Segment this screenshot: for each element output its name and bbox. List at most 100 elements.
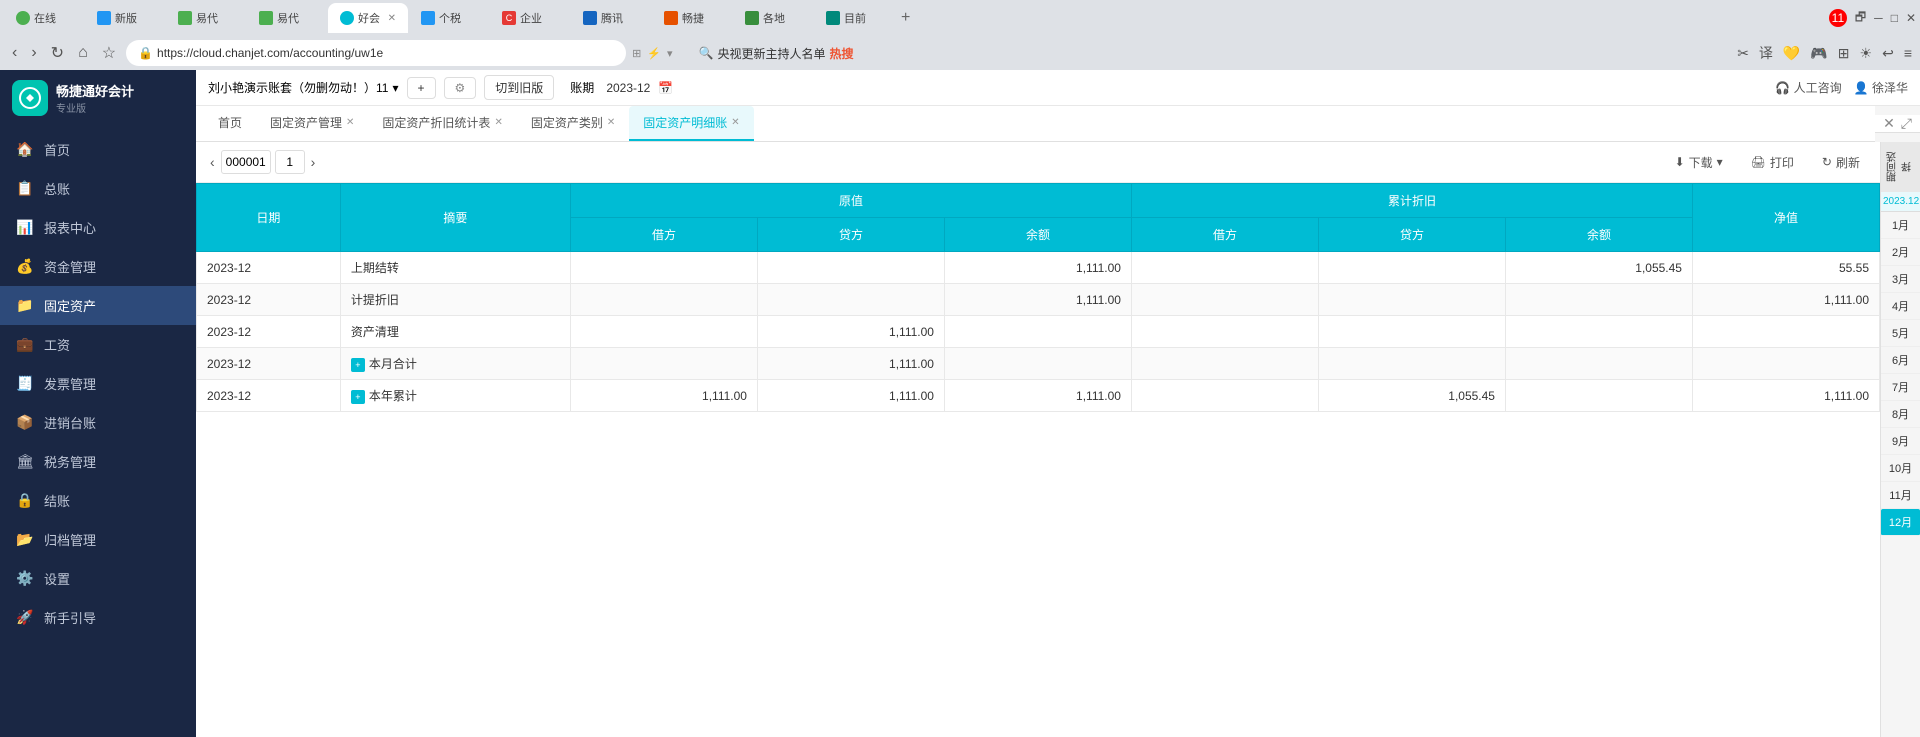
tab-fixed-detail-close[interactable]: ✕ xyxy=(731,117,739,128)
next-page-button[interactable]: › xyxy=(309,152,318,172)
hot-tag: 热搜 xyxy=(830,45,854,62)
sidebar-item-salary[interactable]: 💼 工资 xyxy=(0,325,196,364)
minimize-icon[interactable]: ─ xyxy=(1874,11,1883,25)
period-selected-year[interactable]: 2023.12 xyxy=(1881,192,1920,212)
tab-fixed-mgmt[interactable]: 固定资产管理 ✕ xyxy=(256,106,368,141)
refresh-label: 刷新 xyxy=(1836,154,1860,171)
chevron-down-icon[interactable]: ▾ xyxy=(667,47,673,60)
td-orig-debit-3 xyxy=(570,348,757,380)
browser-tab-enterprise[interactable]: C 企业 xyxy=(490,3,570,33)
page-code-input[interactable] xyxy=(221,150,271,174)
td-acc-balance-1 xyxy=(1505,284,1692,316)
tab-fixed-depreciation-close[interactable]: ✕ xyxy=(494,117,502,128)
browser-tab-tencent[interactable]: 腾讯 xyxy=(571,3,651,33)
calendar-icon[interactable]: 📅 xyxy=(658,81,673,95)
tab-fixed-detail[interactable]: 固定资产明细账 ✕ xyxy=(629,106,753,141)
browser-tab-yidai1[interactable]: 易代 xyxy=(166,3,246,33)
period-month-4[interactable]: 4月 xyxy=(1881,293,1920,320)
address-input[interactable]: 🔒 https://cloud.chanjet.com/accounting/u… xyxy=(126,40,626,66)
period-month-9[interactable]: 9月 xyxy=(1881,428,1920,455)
sidebar-item-fixed[interactable]: 📁 固定资产 xyxy=(0,286,196,325)
browser-tab-gedi[interactable]: 各地 xyxy=(733,3,813,33)
tab-label-muqian: 目前 xyxy=(844,10,866,26)
print-icon: 🖨 xyxy=(1751,155,1766,169)
new-tab-button[interactable]: + xyxy=(895,9,916,27)
download-icon: ⬇ xyxy=(1675,155,1685,169)
td-summary-0: 上期结转 xyxy=(340,252,570,284)
add-account-button[interactable]: + xyxy=(407,77,436,99)
period-month-2[interactable]: 2月 xyxy=(1881,239,1920,266)
reload-button[interactable]: ↻ xyxy=(47,41,68,65)
window-close-icon[interactable]: ✕ xyxy=(1906,11,1916,25)
sidebar-item-invoice[interactable]: 🧾 发票管理 xyxy=(0,364,196,403)
sidebar-item-closing[interactable]: 🔒 结账 xyxy=(0,481,196,520)
refresh-button[interactable]: ↻ 刷新 xyxy=(1814,151,1868,174)
maximize-icon[interactable]: □ xyxy=(1891,11,1898,25)
browser-tab-changjie[interactable]: 畅捷 xyxy=(652,3,732,33)
restore-icon[interactable]: 🗗 xyxy=(1855,8,1866,29)
forward-button[interactable]: › xyxy=(27,42,40,64)
sidebar-item-guide[interactable]: 🚀 新手引导 xyxy=(0,598,196,637)
user-avatar[interactable]: 👤 徐泽华 xyxy=(1854,79,1908,96)
menu-icon[interactable]: ≡ xyxy=(1904,45,1912,61)
brightness-icon[interactable]: ☀ xyxy=(1860,45,1873,62)
closing-icon: 🔒 xyxy=(16,492,34,509)
logo-icon xyxy=(12,80,48,116)
period-month-8[interactable]: 8月 xyxy=(1881,401,1920,428)
td-orig-balance-4: 1,111.00 xyxy=(944,380,1131,412)
period-month-10[interactable]: 10月 xyxy=(1881,455,1920,482)
sidebar-item-home[interactable]: 🏠 首页 xyxy=(0,130,196,169)
panel-expand-button[interactable]: ⤢ xyxy=(1901,115,1912,132)
support-btn[interactable]: 🎧 人工咨询 xyxy=(1775,79,1841,96)
period-month-7[interactable]: 7月 xyxy=(1881,374,1920,401)
tab-fixed-category-label: 固定资产类别 xyxy=(531,114,603,131)
browser-tab-muqian[interactable]: 目前 xyxy=(814,3,894,33)
browser-tab-geshui[interactable]: 个税 xyxy=(409,3,489,33)
page-num-input[interactable] xyxy=(275,150,305,174)
home-button[interactable]: ⌂ xyxy=(74,42,92,64)
tab-home[interactable]: 首页 xyxy=(204,106,256,141)
grid-icon[interactable]: ⊞ xyxy=(1838,45,1850,62)
bookmark-button[interactable]: ☆ xyxy=(98,41,120,65)
address-text: https://cloud.chanjet.com/accounting/uw1… xyxy=(157,46,383,60)
period-month-11[interactable]: 11月 xyxy=(1881,482,1920,509)
back-button[interactable]: ‹ xyxy=(8,42,21,64)
th-orig-balance: 余额 xyxy=(944,218,1131,252)
sidebar-item-archive[interactable]: 📂 归档管理 xyxy=(0,520,196,559)
tab-fixed-mgmt-close[interactable]: ✕ xyxy=(346,117,354,128)
sidebar-item-ledger[interactable]: 📋 总账 xyxy=(0,169,196,208)
period-month-3[interactable]: 3月 xyxy=(1881,266,1920,293)
panel-close-button[interactable]: ✕ xyxy=(1883,115,1895,132)
tab-fixed-depreciation[interactable]: 固定资产折旧统计表 ✕ xyxy=(368,106,516,141)
sidebar-item-settings[interactable]: ⚙️ 设置 xyxy=(0,559,196,598)
sidebar-label-guide: 新手引导 xyxy=(44,608,96,627)
browser-tab-new[interactable]: 新版 xyxy=(85,3,165,33)
tab-fixed-category-close[interactable]: ✕ xyxy=(607,117,615,128)
switch-version-button[interactable]: 切到旧版 xyxy=(484,75,554,100)
browser-tab-online[interactable]: 在线 xyxy=(4,3,84,33)
scissors-icon[interactable]: ✂ xyxy=(1737,45,1749,62)
sidebar-item-tax[interactable]: 🏛 税务管理 xyxy=(0,442,196,481)
tab-fixed-category[interactable]: 固定资产类别 ✕ xyxy=(517,106,629,141)
wallet-icon[interactable]: 💛 xyxy=(1783,45,1800,62)
print-button[interactable]: 🖨 打印 xyxy=(1743,151,1802,174)
account-dropdown[interactable]: 刘小艳演示账套（勿删勿动！）11 ▾ xyxy=(208,79,399,96)
period-month-6[interactable]: 6月 xyxy=(1881,347,1920,374)
period-month-12[interactable]: 12月 xyxy=(1881,509,1920,536)
close-icon[interactable]: ✕ xyxy=(388,13,396,24)
period-month-5[interactable]: 5月 xyxy=(1881,320,1920,347)
browser-tab-yidai2[interactable]: 易代 xyxy=(247,3,327,33)
archive-icon: 📂 xyxy=(16,531,34,548)
translate-icon[interactable]: 译 xyxy=(1759,43,1773,63)
browser-tab-haohui[interactable]: 好会 ✕ xyxy=(328,3,408,33)
prev-page-button[interactable]: ‹ xyxy=(208,152,217,172)
sidebar-item-inventory[interactable]: 📦 进销台账 xyxy=(0,403,196,442)
download-button[interactable]: ⬇ 下载 ▾ xyxy=(1667,151,1731,174)
td-acc-credit-3 xyxy=(1318,348,1505,380)
settings-btn[interactable]: ⚙ xyxy=(444,77,477,99)
period-month-1[interactable]: 1月 xyxy=(1881,212,1920,239)
sidebar-item-report[interactable]: 📊 报表中心 xyxy=(0,208,196,247)
sidebar-item-finance[interactable]: 💰 资金管理 xyxy=(0,247,196,286)
undo-icon[interactable]: ↩ xyxy=(1882,45,1894,62)
gamepad-icon[interactable]: 🎮 xyxy=(1810,45,1827,62)
